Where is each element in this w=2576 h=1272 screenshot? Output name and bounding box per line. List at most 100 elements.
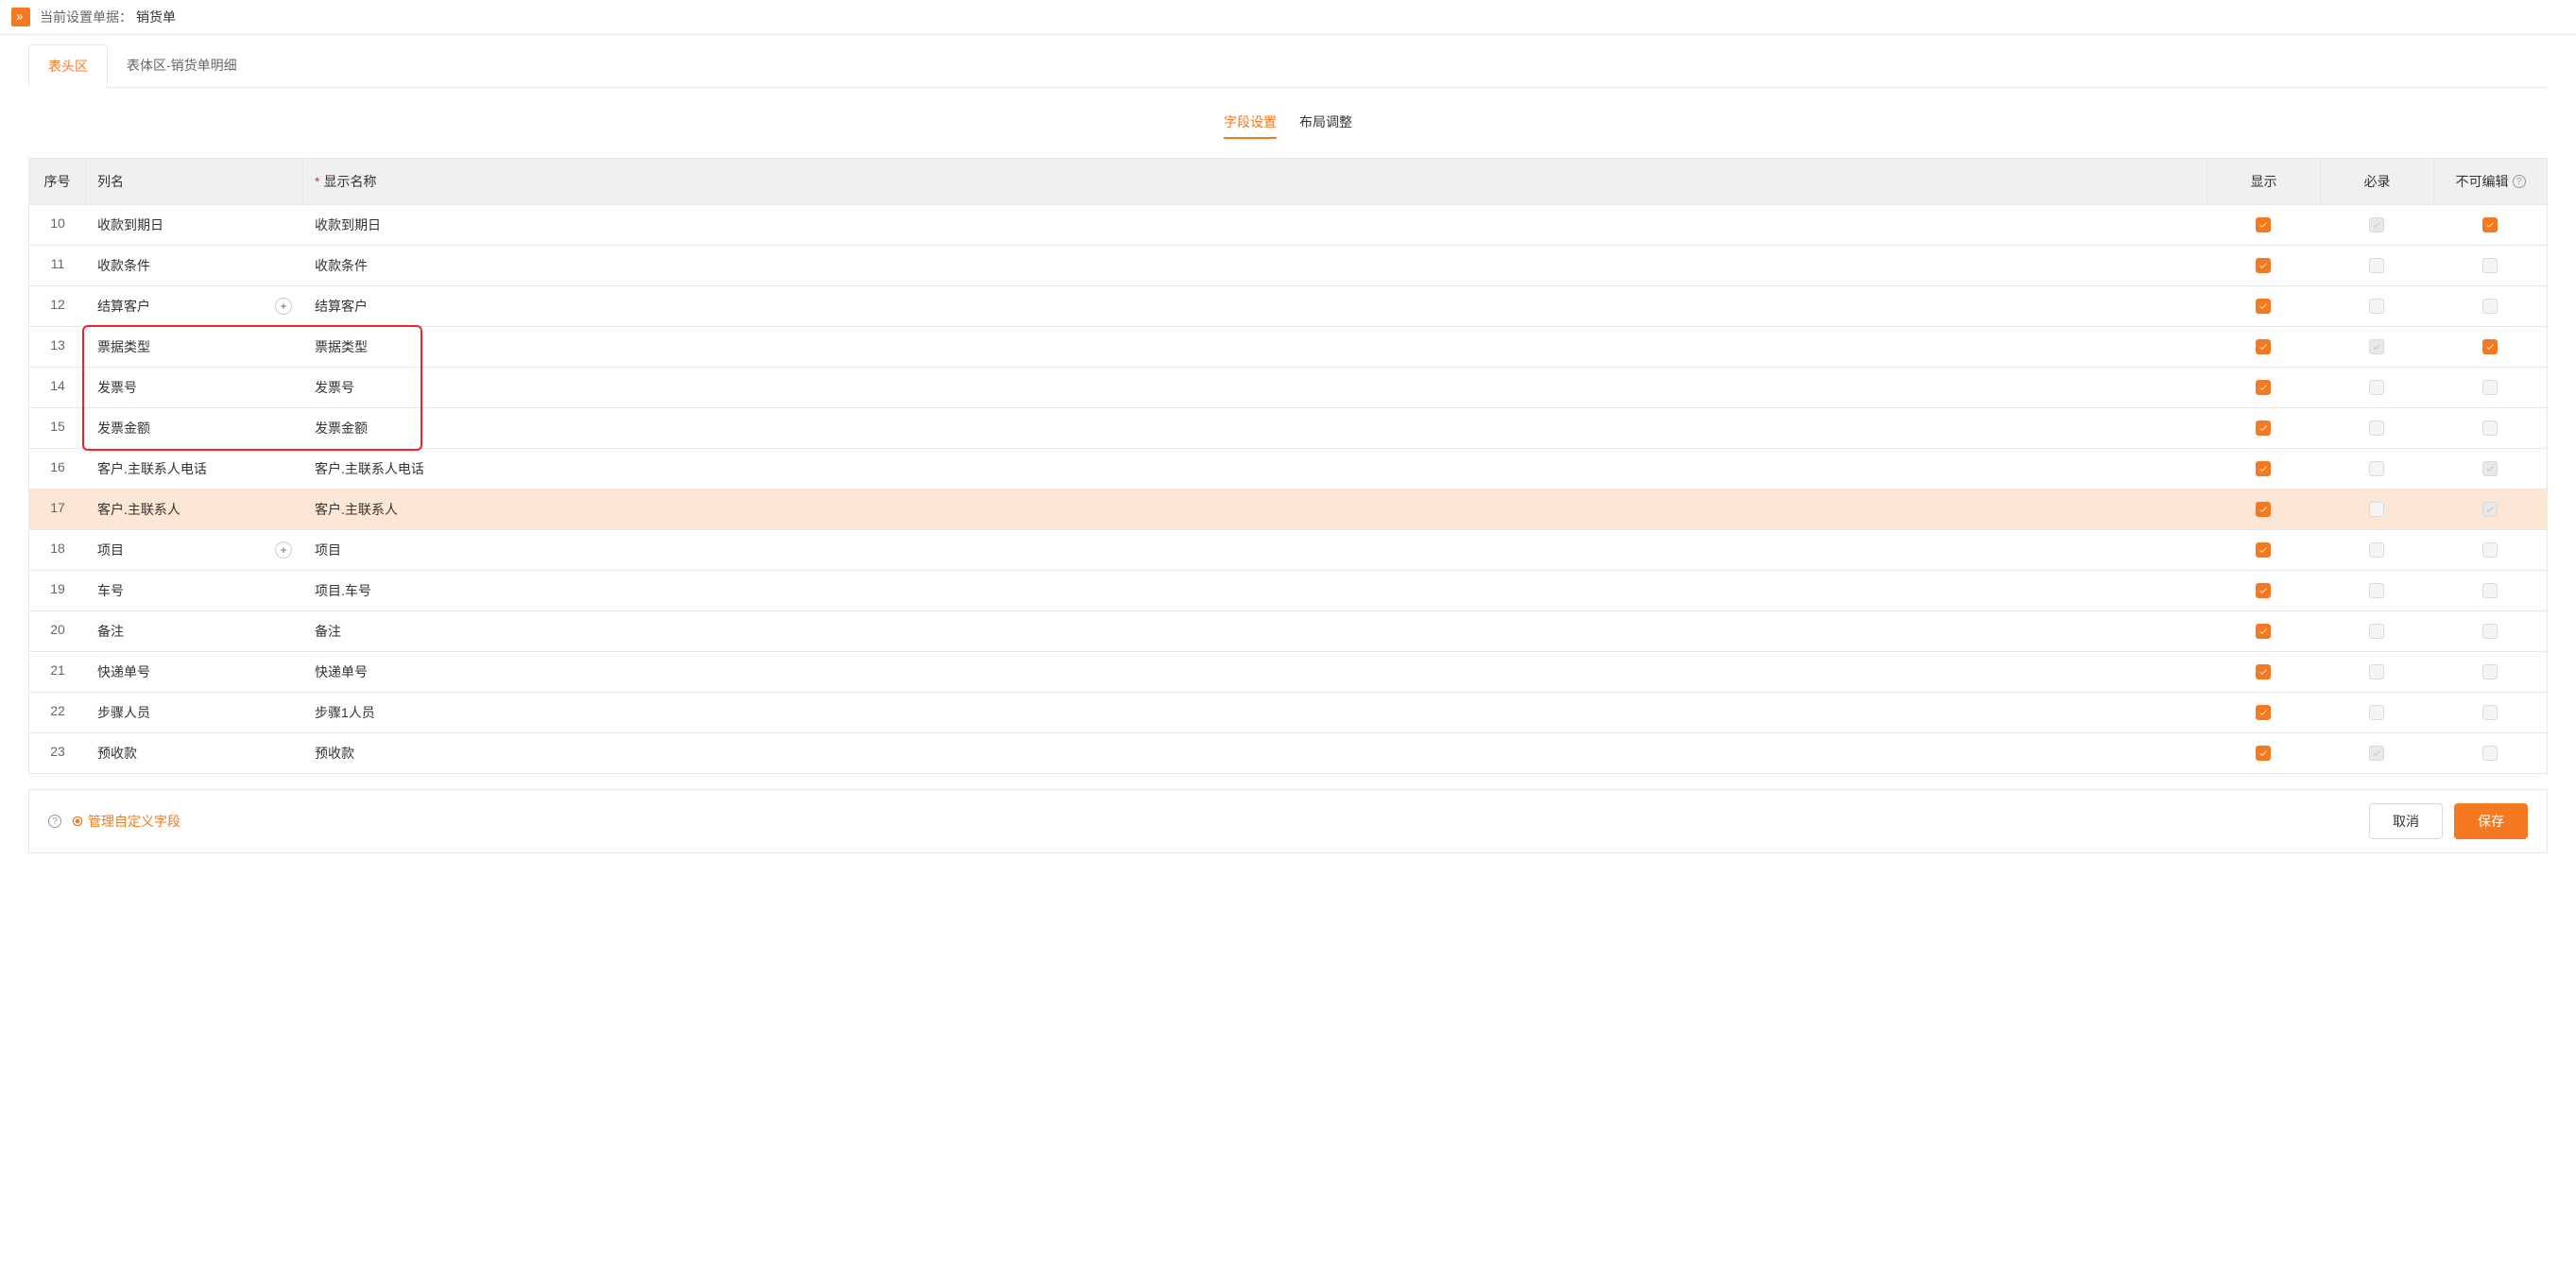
checkbox[interactable]	[2256, 339, 2271, 354]
checkbox	[2369, 624, 2384, 639]
row-display-name[interactable]: 步骤1人员	[303, 693, 2207, 732]
row-display-name[interactable]: 预收款	[303, 733, 2207, 773]
checkbox	[2482, 258, 2498, 273]
row-seq: 15	[29, 408, 86, 448]
row-required-cell	[2320, 449, 2433, 489]
row-seq: 14	[29, 368, 86, 407]
checkbox	[2482, 624, 2498, 639]
row-display-name[interactable]: 项目	[303, 530, 2207, 570]
checkbox	[2482, 421, 2498, 436]
subtab-1[interactable]: 布局调整	[1299, 107, 1352, 139]
save-button[interactable]: 保存	[2454, 803, 2528, 839]
row-display-name[interactable]: 发票金额	[303, 408, 2207, 448]
row-readonly-cell	[2433, 693, 2547, 732]
row-name: 票据类型	[86, 327, 303, 367]
table-row: 22步骤人员步骤1人员	[28, 693, 2548, 733]
checkbox[interactable]	[2256, 746, 2271, 761]
row-show-cell	[2207, 327, 2320, 367]
header-bar: 当前设置单据： 销货单	[0, 0, 2576, 35]
collapse-button[interactable]	[11, 8, 30, 26]
row-name: 发票号	[86, 368, 303, 407]
row-name: 预收款	[86, 733, 303, 773]
checkbox[interactable]	[2256, 217, 2271, 232]
checkbox	[2482, 542, 2498, 558]
row-display-name[interactable]: 收款到期日	[303, 205, 2207, 245]
row-seq: 13	[29, 327, 86, 367]
checkbox	[2369, 583, 2384, 598]
row-required-cell	[2320, 408, 2433, 448]
checkbox	[2482, 461, 2498, 476]
row-display-name[interactable]: 项目.车号	[303, 571, 2207, 610]
table-row: 18项目+项目	[28, 530, 2548, 571]
row-display-name[interactable]: 客户.主联系人电话	[303, 449, 2207, 489]
row-readonly-cell	[2433, 490, 2547, 529]
row-required-cell	[2320, 693, 2433, 732]
row-seq: 22	[29, 693, 86, 732]
checkbox[interactable]	[2256, 461, 2271, 476]
checkbox	[2369, 421, 2384, 436]
tab-0[interactable]: 表头区	[28, 44, 108, 88]
checkbox[interactable]	[2256, 380, 2271, 395]
row-display-name[interactable]: 票据类型	[303, 327, 2207, 367]
checkbox[interactable]	[2256, 299, 2271, 314]
cancel-button[interactable]: 取消	[2369, 803, 2443, 839]
manage-custom-fields-link[interactable]: 管理自定义字段	[71, 812, 180, 831]
checkbox[interactable]	[2256, 705, 2271, 720]
main-tabs: 表头区表体区-销货单明细	[28, 44, 2548, 88]
row-required-cell	[2320, 246, 2433, 285]
row-required-cell	[2320, 571, 2433, 610]
row-display-name[interactable]: 快递单号	[303, 652, 2207, 692]
row-seq: 17	[29, 490, 86, 529]
row-name: 步骤人员	[86, 693, 303, 732]
row-readonly-cell	[2433, 611, 2547, 651]
table-row: 12结算客户+结算客户	[28, 286, 2548, 327]
checkbox[interactable]	[2256, 583, 2271, 598]
row-name: 项目+	[86, 530, 303, 570]
table-row: 17客户.主联系人客户.主联系人	[28, 490, 2548, 530]
subtab-0[interactable]: 字段设置	[1224, 107, 1277, 139]
table-row: 23预收款预收款	[28, 733, 2548, 774]
checkbox[interactable]	[2256, 502, 2271, 517]
col-header-show: 显示	[2207, 159, 2320, 204]
checkbox[interactable]	[2256, 258, 2271, 273]
row-seq: 18	[29, 530, 86, 570]
row-show-cell	[2207, 408, 2320, 448]
row-required-cell	[2320, 611, 2433, 651]
table-row: 13票据类型票据类型	[28, 327, 2548, 368]
checkbox[interactable]	[2256, 421, 2271, 436]
checkbox[interactable]	[2256, 624, 2271, 639]
help-icon[interactable]: ?	[2513, 175, 2526, 188]
row-name: 客户.主联系人电话	[86, 449, 303, 489]
row-seq: 21	[29, 652, 86, 692]
row-display-name[interactable]: 结算客户	[303, 286, 2207, 326]
row-seq: 16	[29, 449, 86, 489]
row-display-name[interactable]: 发票号	[303, 368, 2207, 407]
row-show-cell	[2207, 652, 2320, 692]
tab-1[interactable]: 表体区-销货单明细	[108, 44, 256, 87]
checkbox[interactable]	[2256, 664, 2271, 679]
table-row: 19车号项目.车号	[28, 571, 2548, 611]
add-field-button[interactable]: +	[275, 541, 292, 559]
row-display-name[interactable]: 收款条件	[303, 246, 2207, 285]
checkbox[interactable]	[2482, 339, 2498, 354]
checkbox	[2369, 542, 2384, 558]
col-header-display: *显示名称	[303, 159, 2207, 204]
row-show-cell	[2207, 286, 2320, 326]
row-seq: 11	[29, 246, 86, 285]
table-row: 11收款条件收款条件	[28, 246, 2548, 286]
row-name: 快递单号	[86, 652, 303, 692]
checkbox	[2369, 664, 2384, 679]
checkbox[interactable]	[2482, 217, 2498, 232]
row-display-name[interactable]: 客户.主联系人	[303, 490, 2207, 529]
add-field-button[interactable]: +	[275, 298, 292, 315]
row-show-cell	[2207, 205, 2320, 245]
footer-help-icon[interactable]: ?	[48, 815, 61, 828]
required-star: *	[315, 174, 319, 189]
row-readonly-cell	[2433, 530, 2547, 570]
table-row: 16客户.主联系人电话客户.主联系人电话	[28, 449, 2548, 490]
row-show-cell	[2207, 733, 2320, 773]
row-seq: 10	[29, 205, 86, 245]
row-seq: 19	[29, 571, 86, 610]
row-display-name[interactable]: 备注	[303, 611, 2207, 651]
checkbox[interactable]	[2256, 542, 2271, 558]
